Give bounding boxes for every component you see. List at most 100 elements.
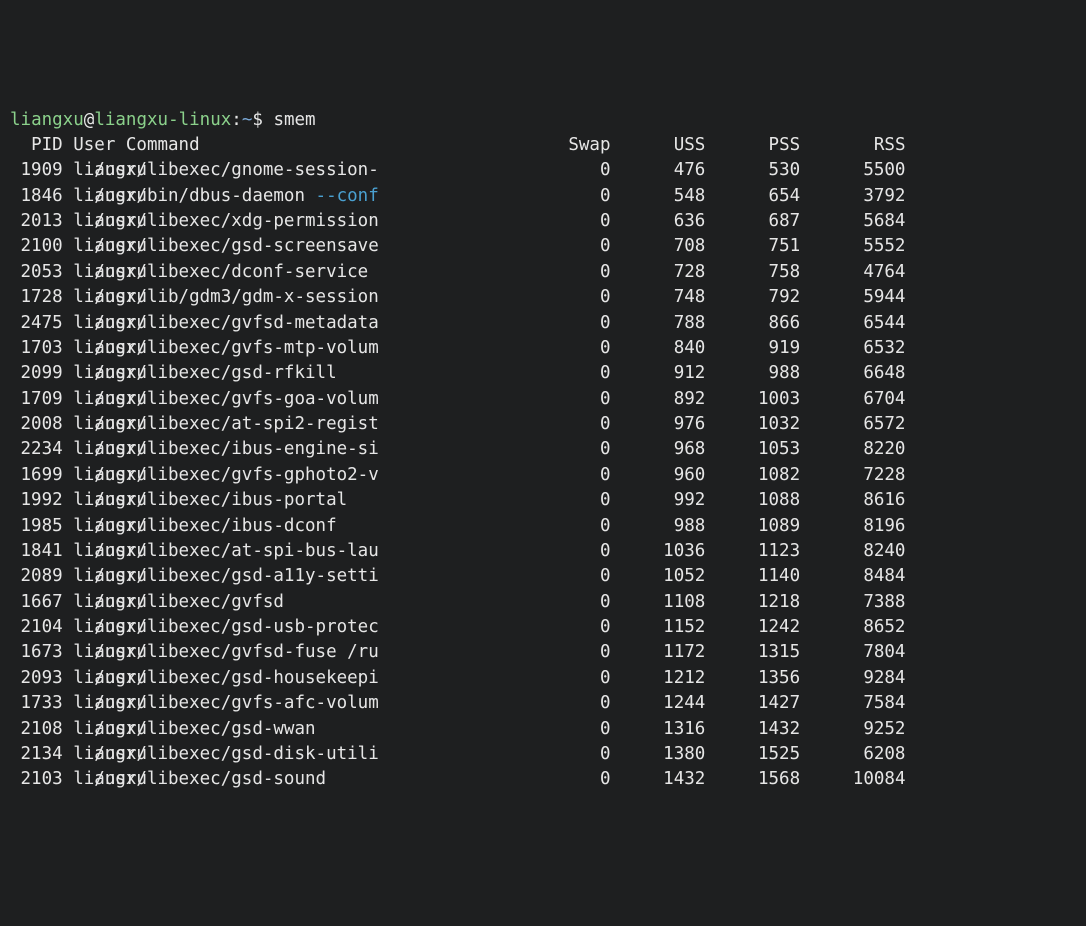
cell-pss: 1088 — [705, 488, 800, 513]
cell-user: liangxu — [63, 234, 74, 259]
cell-uss: 1172 — [611, 640, 706, 665]
cell-rss: 6544 — [800, 311, 905, 336]
cell-swap: 0 — [495, 311, 611, 336]
shell-prompt-line[interactable]: liangxu@liangxu-linux:~$ smem — [10, 108, 1076, 133]
cell-user: liangxu — [63, 640, 74, 665]
col-header-pid: PID — [10, 133, 63, 158]
cell-pid: 1909 — [10, 158, 63, 183]
cell-pid: 1667 — [10, 590, 63, 615]
table-row: 2053 liangxu /usr/libexec/dconf-service … — [10, 260, 1076, 285]
cell-user: liangxu — [63, 488, 74, 513]
cell-user: liangxu — [63, 514, 74, 539]
table-row: 2008 liangxu /usr/libexec/at-spi2-regist… — [10, 412, 1076, 437]
table-row: 2234 liangxu /usr/libexec/ibus-engine-si… — [10, 437, 1076, 462]
cell-command: /usr/lib/gdm3/gdm-x-session — [73, 285, 494, 310]
cell-swap: 0 — [495, 742, 611, 767]
cell-rss: 9252 — [800, 717, 905, 742]
cell-user: liangxu — [63, 742, 74, 767]
cell-pid: 2134 — [10, 742, 63, 767]
cell-uss: 548 — [611, 184, 706, 209]
cell-pss: 1432 — [705, 717, 800, 742]
cell-swap: 0 — [495, 767, 611, 792]
cell-swap: 0 — [495, 387, 611, 412]
table-row: 2103 liangxu /usr/libexec/gsd-sound 0143… — [10, 767, 1076, 792]
cell-pid: 2093 — [10, 666, 63, 691]
cell-pid: 2108 — [10, 717, 63, 742]
cell-command: /usr/libexec/gvfs-goa-volum — [73, 387, 494, 412]
cell-command: /usr/libexec/ibus-portal — [73, 488, 494, 513]
cell-pid: 1699 — [10, 463, 63, 488]
cell-swap: 0 — [495, 285, 611, 310]
cell-rss: 8616 — [800, 488, 905, 513]
cell-user: liangxu — [63, 717, 74, 742]
col-header-pss: PSS — [705, 133, 800, 158]
cell-pss: 687 — [705, 209, 800, 234]
col-header-rss: RSS — [800, 133, 905, 158]
table-row: 2134 liangxu /usr/libexec/gsd-disk-utili… — [10, 742, 1076, 767]
cell-user: liangxu — [63, 666, 74, 691]
cell-pss: 1123 — [705, 539, 800, 564]
cell-command: /usr/libexec/ibus-engine-si — [73, 437, 494, 462]
cell-rss: 7804 — [800, 640, 905, 665]
cell-command: /usr/libexec/gsd-rfkill — [73, 361, 494, 386]
cell-rss: 6704 — [800, 387, 905, 412]
cell-command: /usr/libexec/dconf-service — [73, 260, 494, 285]
table-row: 1909 liangxu /usr/libexec/gnome-session-… — [10, 158, 1076, 183]
cell-swap: 0 — [495, 412, 611, 437]
cell-pid: 1846 — [10, 184, 63, 209]
cell-uss: 1108 — [611, 590, 706, 615]
cell-command: /usr/libexec/gsd-a11y-setti — [73, 564, 494, 589]
cell-swap: 0 — [495, 336, 611, 361]
table-row: 1728 liangxu /usr/lib/gdm3/gdm-x-session… — [10, 285, 1076, 310]
table-row: 1667 liangxu /usr/libexec/gvfsd 01108121… — [10, 590, 1076, 615]
cell-swap: 0 — [495, 158, 611, 183]
cell-user: liangxu — [63, 691, 74, 716]
cell-rss: 8652 — [800, 615, 905, 640]
cell-pss: 1089 — [705, 514, 800, 539]
table-row: 1846 liangxu /usr/bin/dbus-daemon --conf… — [10, 184, 1076, 209]
cell-rss: 10084 — [800, 767, 905, 792]
table-row: 1733 liangxu /usr/libexec/gvfs-afc-volum… — [10, 691, 1076, 716]
cell-rss: 8484 — [800, 564, 905, 589]
cell-pss: 758 — [705, 260, 800, 285]
cell-user: liangxu — [63, 158, 74, 183]
cell-pid: 2089 — [10, 564, 63, 589]
cell-command: /usr/libexec/gvfsd — [73, 590, 494, 615]
cell-user: liangxu — [63, 615, 74, 640]
table-row: 2089 liangxu /usr/libexec/gsd-a11y-setti… — [10, 564, 1076, 589]
cell-pid: 1703 — [10, 336, 63, 361]
cell-rss: 6208 — [800, 742, 905, 767]
cell-rss: 7388 — [800, 590, 905, 615]
cell-command: /usr/libexec/gsd-wwan — [73, 717, 494, 742]
cell-uss: 636 — [611, 209, 706, 234]
table-row: 1992 liangxu /usr/libexec/ibus-portal 09… — [10, 488, 1076, 513]
cell-command: /usr/bin/dbus-daemon --conf — [73, 184, 494, 209]
cell-swap: 0 — [495, 590, 611, 615]
cell-uss: 1244 — [611, 691, 706, 716]
cell-command: /usr/libexec/gsd-usb-protec — [73, 615, 494, 640]
cell-swap: 0 — [495, 260, 611, 285]
table-row: 1841 liangxu /usr/libexec/at-spi-bus-lau… — [10, 539, 1076, 564]
cell-command: /usr/libexec/xdg-permission — [73, 209, 494, 234]
cell-pid: 1673 — [10, 640, 63, 665]
cell-pid: 1733 — [10, 691, 63, 716]
cell-pss: 1242 — [705, 615, 800, 640]
cell-user: liangxu — [63, 260, 74, 285]
cell-user: liangxu — [63, 361, 74, 386]
table-row: 1699 liangxu /usr/libexec/gvfs-gphoto2-v… — [10, 463, 1076, 488]
cell-uss: 1316 — [611, 717, 706, 742]
cell-uss: 1432 — [611, 767, 706, 792]
col-header-uss: USS — [611, 133, 706, 158]
prompt-path: ~ — [242, 110, 253, 130]
terminal-output: liangxu@liangxu-linux:~$ smemPID User Co… — [10, 108, 1076, 793]
cell-swap: 0 — [495, 514, 611, 539]
cell-pid: 1709 — [10, 387, 63, 412]
cell-command: /usr/libexec/at-spi-bus-lau — [73, 539, 494, 564]
cell-rss: 8220 — [800, 437, 905, 462]
cell-rss: 9284 — [800, 666, 905, 691]
table-row: 1673 liangxu /usr/libexec/gvfsd-fuse /ru… — [10, 640, 1076, 665]
table-row: 1703 liangxu /usr/libexec/gvfs-mtp-volum… — [10, 336, 1076, 361]
cell-swap: 0 — [495, 463, 611, 488]
cell-uss: 788 — [611, 311, 706, 336]
cell-pss: 1568 — [705, 767, 800, 792]
